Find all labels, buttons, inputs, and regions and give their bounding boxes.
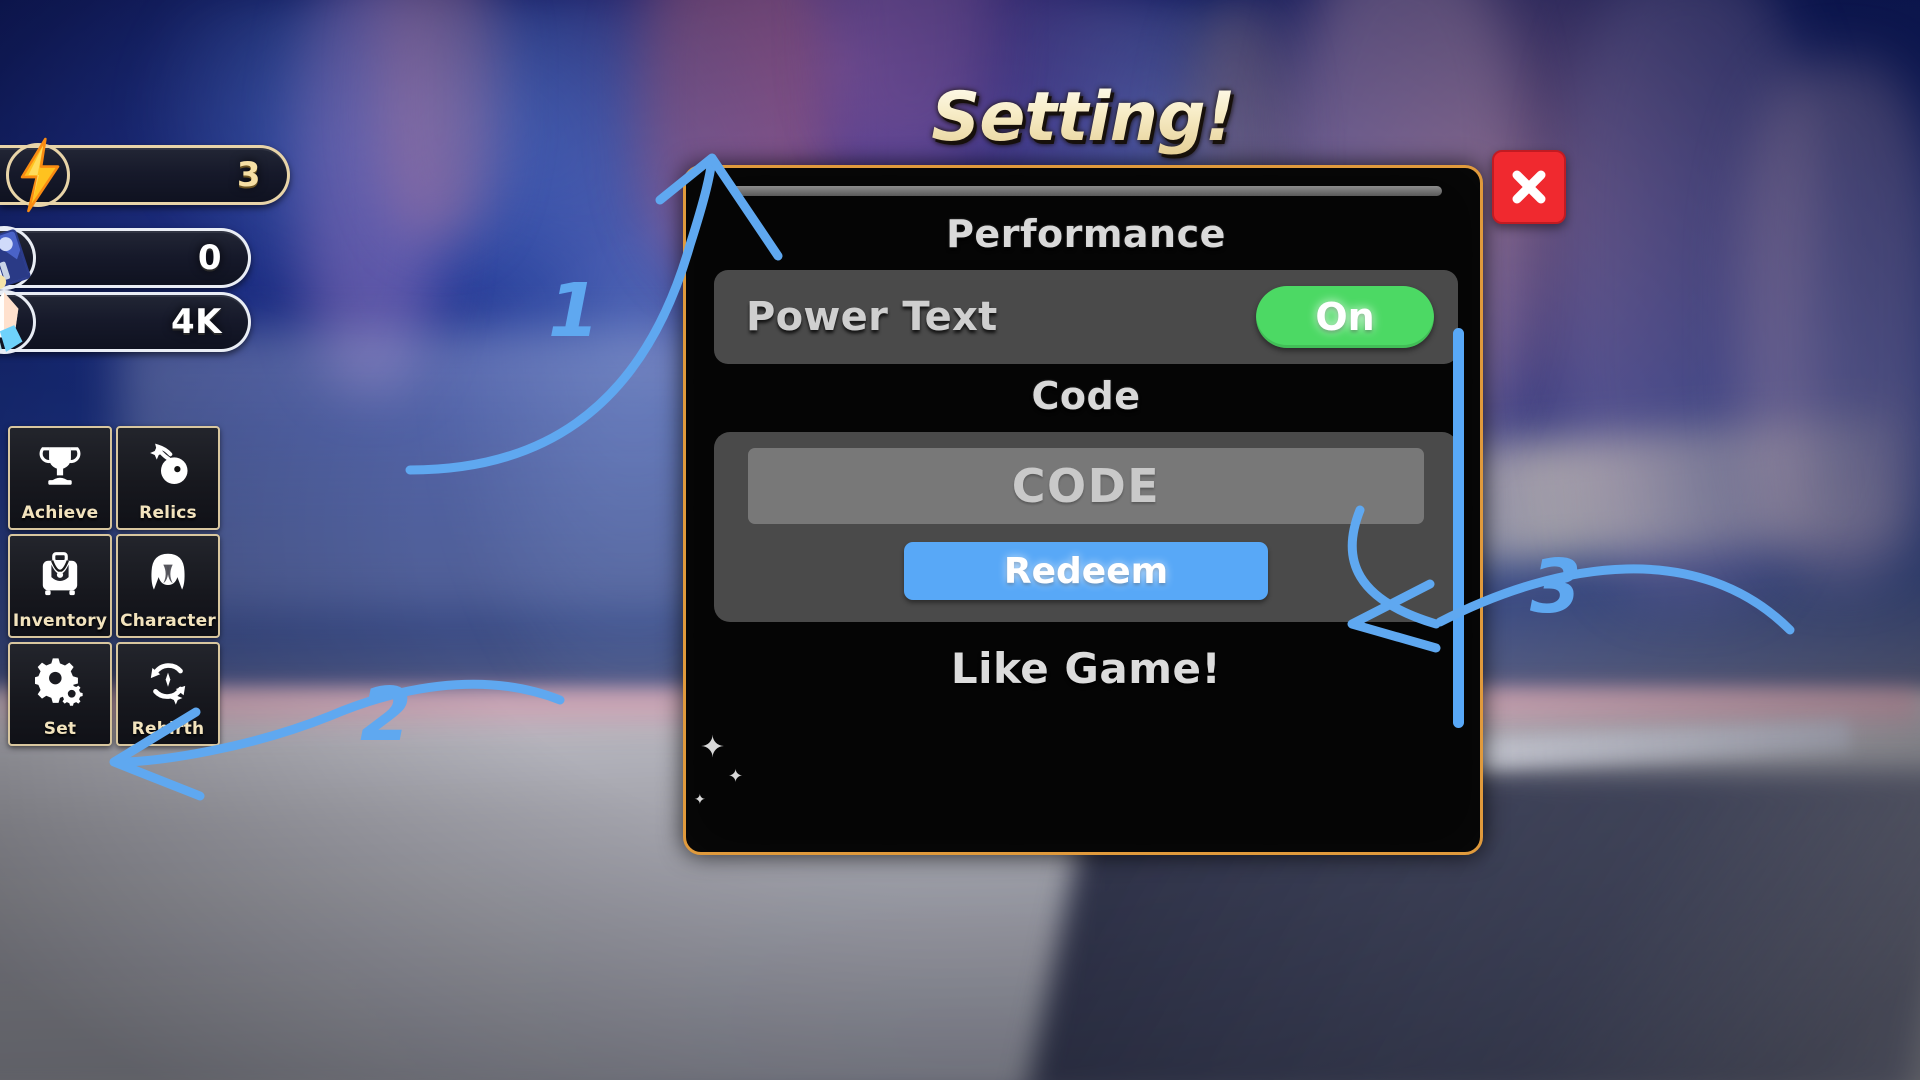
close-icon	[1512, 170, 1546, 204]
menu-button-relics[interactable]: Relics	[116, 426, 220, 530]
settings-panel-body: Performance Power Text On Code Redeem Li…	[686, 202, 1480, 852]
setting-row-power-text-label: Power Text	[746, 294, 998, 340]
panel-divider	[730, 186, 1442, 196]
section-heading-code: Code	[1031, 374, 1141, 418]
menu-button-inventory-label: Inventory	[12, 611, 108, 631]
menu-button-achieve-label: Achieve	[21, 503, 99, 523]
menu-button-character-label: Character	[120, 611, 216, 631]
currency-energy-ring	[6, 143, 70, 207]
menu-button-rebirth-label: Rebirth	[131, 719, 205, 739]
character-icon	[118, 536, 218, 611]
menu-button-character[interactable]: Character	[116, 534, 220, 638]
currency-crystal-value: 4K	[170, 302, 222, 342]
performance-card: Power Text On	[714, 270, 1458, 364]
menu-button-rebirth[interactable]: Rebirth	[116, 642, 220, 746]
currency-ticket-value: 0	[197, 238, 222, 278]
rebirth-icon	[118, 644, 218, 719]
currency-crystal-pill: 4K	[0, 292, 251, 352]
menu-button-set-label: Set	[43, 719, 77, 739]
power-text-toggle-value: On	[1315, 295, 1375, 339]
currency-ticket-pill: 0	[0, 228, 251, 288]
menu-button-set[interactable]: Set	[8, 642, 112, 746]
power-text-toggle[interactable]: On	[1256, 286, 1434, 348]
menu-button-achieve[interactable]: Achieve	[8, 426, 112, 530]
section-heading-performance: Performance	[946, 212, 1226, 256]
currency-crystal[interactable]: 4K	[0, 290, 251, 354]
menu-button-inventory[interactable]: Inventory	[8, 534, 112, 638]
menu-button-relics-label: Relics	[139, 503, 197, 523]
trophy-icon	[10, 428, 110, 503]
currency-ticket[interactable]: 0	[0, 226, 251, 290]
code-card: Redeem	[714, 432, 1458, 622]
code-input[interactable]	[748, 448, 1424, 524]
relic-icon	[118, 428, 218, 503]
panel-scrollbar[interactable]	[1453, 328, 1464, 728]
backpack-icon	[10, 536, 110, 611]
redeem-button[interactable]: Redeem	[904, 542, 1268, 600]
section-heading-like-game: Like Game!	[950, 644, 1222, 693]
close-button[interactable]	[1492, 150, 1566, 224]
game-screen: 3 0 4K Achieve Relics Inventory Characte…	[0, 0, 1920, 1080]
hud-menu-grid: Achieve Relics Inventory Character Set R…	[8, 426, 220, 746]
setting-row-power-text[interactable]: Power Text On	[732, 284, 1440, 350]
gear-icon	[10, 644, 110, 719]
currency-energy[interactable]: 3	[0, 137, 290, 213]
settings-panel: ✦ ✦ ✦ Performance Power Text On Code Red…	[683, 165, 1483, 855]
currency-energy-value: 3	[236, 155, 261, 195]
